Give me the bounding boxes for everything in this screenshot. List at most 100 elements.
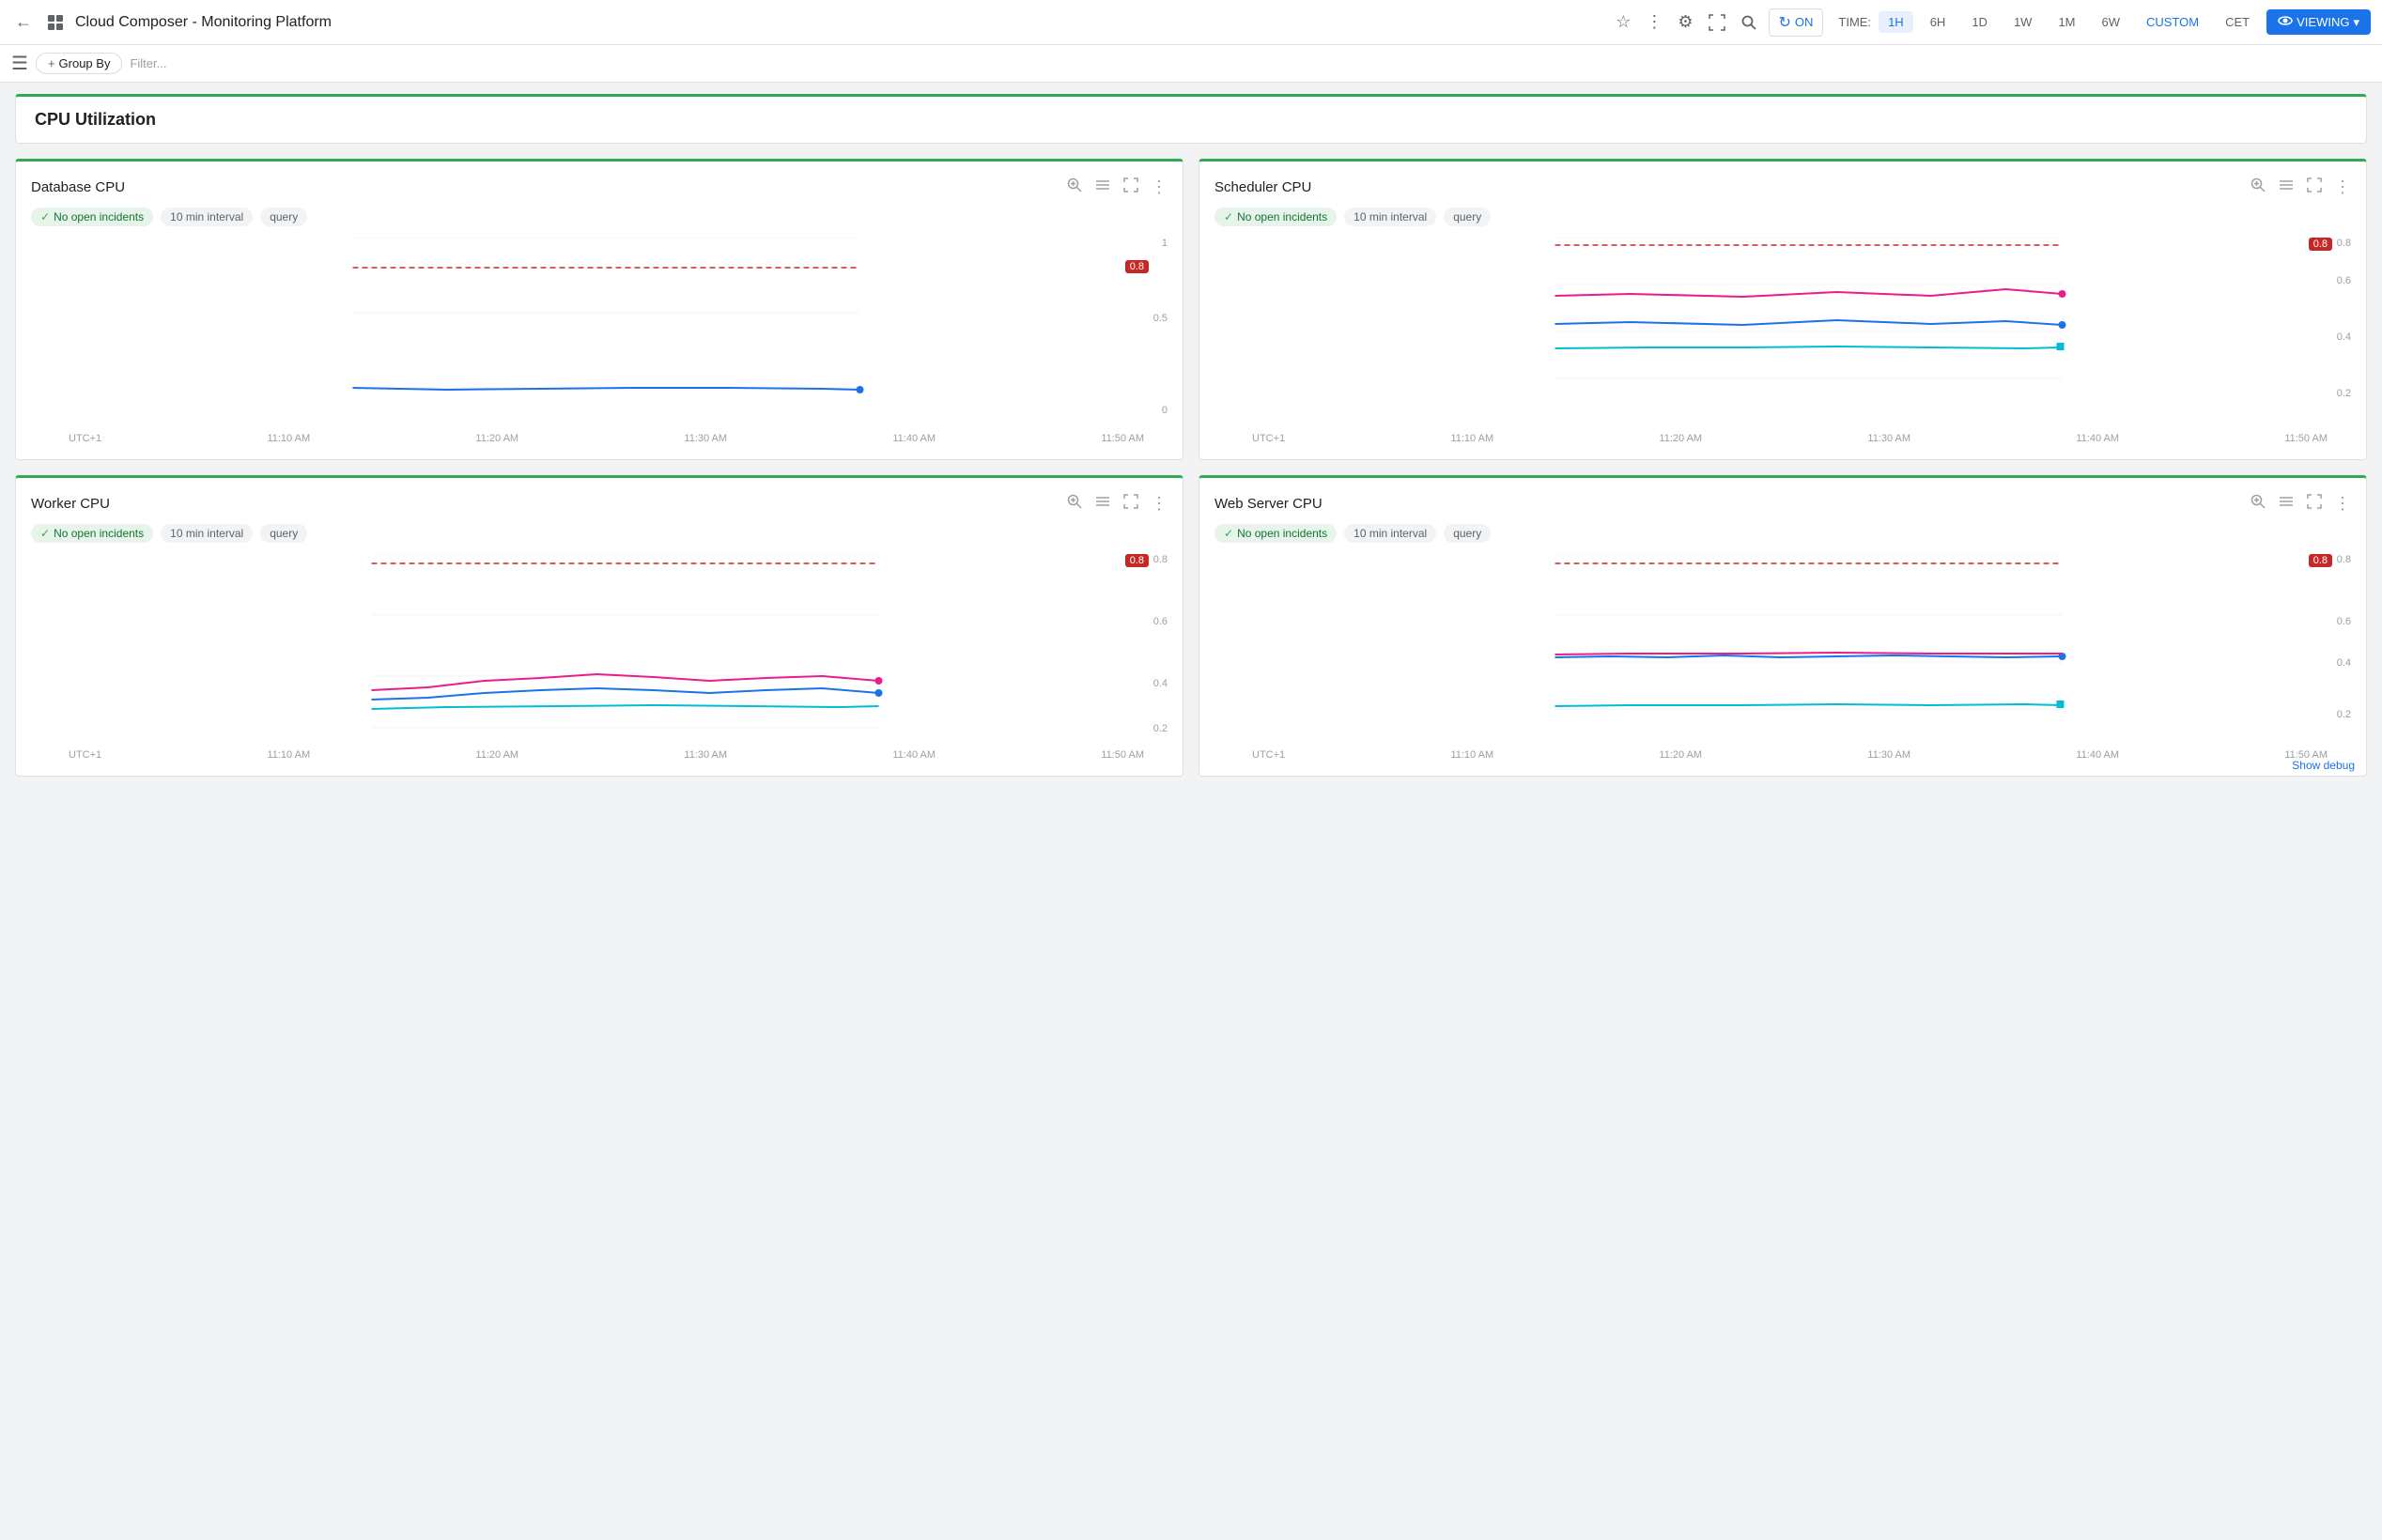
- fullscreen-icon[interactable]: [1705, 10, 1729, 35]
- section-header: CPU Utilization: [15, 94, 2367, 144]
- filter-bar: ☰ + Group By Filter...: [0, 45, 2382, 83]
- scheduler-cpu-svg: [1252, 238, 2365, 416]
- more-chart-icon[interactable]: ⋮: [1151, 494, 1168, 514]
- fullscreen-chart-icon[interactable]: [1122, 177, 1139, 198]
- worker-cpu-card: Worker CPU: [15, 475, 1183, 777]
- scheduler-cpu-header: Scheduler CPU: [1214, 177, 2351, 198]
- query-badge: query: [1444, 524, 1491, 543]
- zoom-icon[interactable]: [2250, 177, 2266, 198]
- settings-icon[interactable]: ⚙: [1674, 8, 1696, 36]
- x-1150: 11:50 AM: [1101, 433, 1144, 444]
- refresh-icon: ↻: [1779, 13, 1791, 32]
- worker-cpu-chart: 0.8 0.6 0.4 0.2 0.8: [31, 554, 1168, 742]
- query-badge: query: [260, 208, 307, 226]
- legend-icon[interactable]: [1094, 493, 1111, 515]
- no-incidents-badge: ✓ No open incidents: [1214, 208, 1337, 226]
- search-icon[interactable]: [1737, 10, 1761, 35]
- check-icon: ✓: [1224, 527, 1233, 540]
- toolbar: ← Cloud Composer - Monitoring Platform ☆…: [0, 0, 2382, 45]
- x-1110: 11:10 AM: [267, 433, 310, 444]
- viewing-button[interactable]: VIEWING ▾: [2266, 9, 2371, 35]
- time-1h-button[interactable]: 1H: [1879, 11, 1913, 33]
- worker-cpu-actions: ⋮: [1066, 493, 1168, 515]
- more-chart-icon[interactable]: ⋮: [2334, 494, 2351, 514]
- x-1120: 11:20 AM: [475, 433, 518, 444]
- viewing-label: VIEWING: [2297, 15, 2349, 29]
- show-debug-link[interactable]: Show debug: [2292, 758, 2355, 772]
- database-cpu-header: Database CPU: [31, 177, 1168, 198]
- worker-cpu-header: Worker CPU: [31, 493, 1168, 515]
- check-icon: ✓: [40, 527, 50, 540]
- plus-icon: +: [48, 56, 55, 70]
- group-by-label: Group By: [59, 56, 111, 70]
- no-incidents-badge: ✓ No open incidents: [1214, 524, 1337, 543]
- eye-icon: [2278, 13, 2293, 31]
- x-utc: UTC+1: [69, 433, 101, 444]
- charts-grid: Database CPU: [15, 159, 2367, 777]
- web-server-cpu-chart: 0.8 0.6 0.4 0.2 0.8: [1214, 554, 2351, 742]
- cet-timezone-button[interactable]: CET: [2216, 11, 2259, 33]
- web-server-cpu-header: Web Server CPU: [1214, 493, 2351, 515]
- more-chart-icon[interactable]: ⋮: [1151, 177, 1168, 197]
- time-6w-button[interactable]: 6W: [2093, 11, 2130, 33]
- interval-badge: 10 min interval: [1344, 208, 1436, 226]
- filter-menu-icon[interactable]: ☰: [11, 52, 28, 75]
- refresh-on-button[interactable]: ↻ ON: [1769, 8, 1824, 37]
- query-badge: query: [260, 524, 307, 543]
- web-server-cpu-card: Web Server CPU: [1199, 475, 2367, 777]
- web-server-cpu-actions: ⋮: [2250, 493, 2351, 515]
- scheduler-cpu-badges: ✓ No open incidents 10 min interval quer…: [1214, 208, 2351, 226]
- database-cpu-actions: ⋮: [1066, 177, 1168, 198]
- x-1130: 11:30 AM: [684, 433, 727, 444]
- refresh-label: ON: [1795, 15, 1814, 29]
- scheduler-cpu-card: Scheduler CPU: [1199, 159, 2367, 460]
- zoom-icon[interactable]: [1066, 177, 1083, 198]
- x-axis: UTC+1 11:10 AM 11:20 AM 11:30 AM 11:40 A…: [69, 433, 1144, 444]
- section-title: CPU Utilization: [35, 110, 2347, 130]
- back-button[interactable]: ←: [11, 8, 36, 36]
- x-axis: UTC+1 11:10 AM 11:20 AM 11:30 AM 11:40 A…: [69, 749, 1144, 761]
- database-cpu-chart: 1 0.5 0 0.8 UTC+1: [31, 238, 1168, 425]
- legend-icon[interactable]: [1094, 177, 1111, 198]
- more-options-icon[interactable]: ⋮: [1642, 8, 1666, 36]
- more-chart-icon[interactable]: ⋮: [2334, 177, 2351, 197]
- time-1m-button[interactable]: 1M: [2049, 11, 2084, 33]
- no-incidents-badge: ✓ No open incidents: [31, 208, 153, 226]
- fullscreen-chart-icon[interactable]: [2306, 493, 2323, 515]
- page-content: CPU Utilization Database CPU: [0, 94, 2382, 792]
- database-cpu-badges: ✓ No open incidents 10 min interval quer…: [31, 208, 1168, 226]
- time-6h-button[interactable]: 6H: [1921, 11, 1956, 33]
- worker-cpu-svg: [69, 554, 1182, 732]
- legend-icon[interactable]: [2278, 177, 2295, 198]
- custom-time-button[interactable]: CUSTOM: [2137, 11, 2208, 33]
- star-icon[interactable]: ☆: [1612, 8, 1634, 36]
- time-label: TIME:: [1838, 15, 1871, 29]
- check-icon: ✓: [1224, 210, 1233, 223]
- worker-cpu-title: Worker CPU: [31, 496, 1066, 512]
- fullscreen-chart-icon[interactable]: [1122, 493, 1139, 515]
- database-cpu-svg: [69, 238, 1182, 416]
- x-axis: UTC+1 11:10 AM 11:20 AM 11:30 AM 11:40 A…: [1252, 433, 2328, 444]
- time-1w-button[interactable]: 1W: [2004, 11, 2042, 33]
- viewing-chevron-icon: ▾: [2353, 15, 2359, 30]
- interval-badge: 10 min interval: [161, 208, 253, 226]
- show-debug-anchor[interactable]: Show debug: [2292, 759, 2355, 772]
- scheduler-cpu-title: Scheduler CPU: [1214, 179, 2250, 195]
- x-1140: 11:40 AM: [892, 433, 936, 444]
- query-badge: query: [1444, 208, 1491, 226]
- page-title: Cloud Composer - Monitoring Platform: [75, 14, 1604, 31]
- fullscreen-chart-icon[interactable]: [2306, 177, 2323, 198]
- zoom-icon[interactable]: [2250, 493, 2266, 515]
- scheduler-cpu-actions: ⋮: [2250, 177, 2351, 198]
- filter-input[interactable]: Filter...: [130, 56, 166, 70]
- web-server-cpu-title: Web Server CPU: [1214, 496, 2250, 512]
- interval-badge: 10 min interval: [1344, 524, 1436, 543]
- web-server-cpu-badges: ✓ No open incidents 10 min interval quer…: [1214, 524, 2351, 543]
- legend-icon[interactable]: [2278, 493, 2295, 515]
- grid-icon[interactable]: [43, 10, 68, 35]
- web-server-cpu-svg: [1252, 554, 2365, 732]
- interval-badge: 10 min interval: [161, 524, 253, 543]
- time-1d-button[interactable]: 1D: [1962, 11, 1997, 33]
- zoom-icon[interactable]: [1066, 493, 1083, 515]
- group-by-button[interactable]: + Group By: [36, 53, 123, 74]
